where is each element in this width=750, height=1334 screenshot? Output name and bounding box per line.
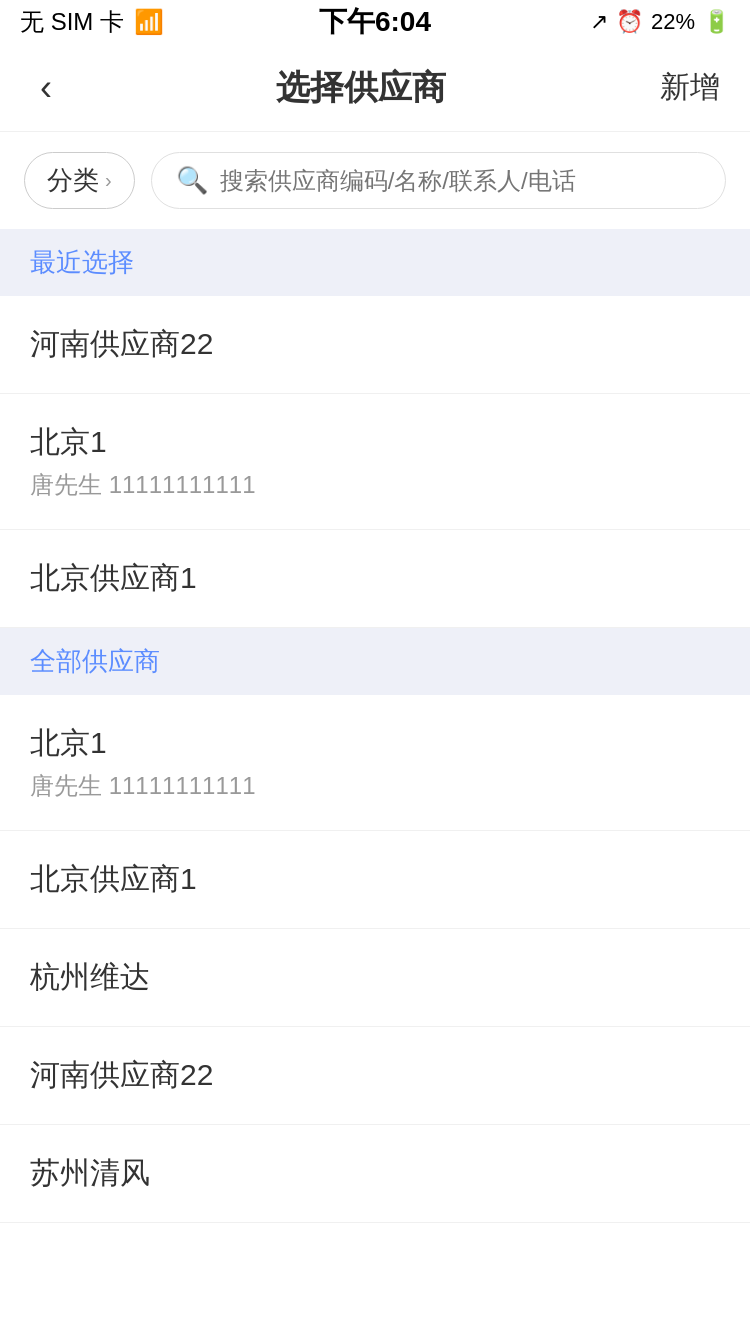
sim-status: 无 SIM 卡	[20, 6, 124, 38]
alarm-icon: ⏰	[616, 9, 643, 35]
battery-level: 22%	[651, 9, 695, 35]
item-sub: 唐先生 11111111111	[30, 770, 720, 802]
chevron-right-icon: ›	[105, 169, 112, 192]
list-item[interactable]: 杭州维达	[0, 929, 750, 1027]
list-item[interactable]: 北京1 唐先生 11111111111	[0, 394, 750, 530]
search-box[interactable]: 🔍	[151, 152, 726, 209]
section-header-recent: 最近选择	[0, 229, 750, 296]
search-input[interactable]	[220, 167, 701, 195]
section-header-label: 全部供应商	[30, 646, 160, 676]
item-name: 北京供应商1	[30, 859, 720, 900]
status-bar: 无 SIM 卡 📶 下午6:04 ↗ ⏰ 22% 🔋	[0, 0, 750, 44]
category-button[interactable]: 分类 ›	[24, 152, 135, 209]
list-item[interactable]: 河南供应商22	[0, 296, 750, 394]
list-item[interactable]: 河南供应商22	[0, 1027, 750, 1125]
status-left: 无 SIM 卡 📶	[20, 6, 164, 38]
battery-icon: 🔋	[703, 9, 730, 35]
item-name: 北京1	[30, 723, 720, 764]
item-name: 北京1	[30, 422, 720, 463]
item-name: 河南供应商22	[30, 324, 720, 365]
item-name: 河南供应商22	[30, 1055, 720, 1096]
list-item[interactable]: 北京供应商1	[0, 530, 750, 628]
back-button[interactable]: ‹	[30, 57, 62, 119]
item-sub: 唐先生 11111111111	[30, 469, 720, 501]
status-right: ↗ ⏰ 22% 🔋	[590, 9, 730, 35]
wifi-icon: 📶	[134, 8, 164, 36]
search-icon: 🔍	[176, 165, 208, 196]
item-name: 北京供应商1	[30, 558, 720, 599]
list-item[interactable]: 苏州清风	[0, 1125, 750, 1223]
section-header-label: 最近选择	[30, 247, 134, 277]
list-item[interactable]: 北京1 唐先生 11111111111	[0, 695, 750, 831]
item-name: 苏州清风	[30, 1153, 720, 1194]
filter-bar: 分类 › 🔍	[0, 132, 750, 229]
status-time: 下午6:04	[319, 3, 431, 41]
section-header-all: 全部供应商	[0, 628, 750, 695]
add-button[interactable]: 新增	[660, 67, 720, 108]
nav-bar: ‹ 选择供应商 新增	[0, 44, 750, 132]
list-item[interactable]: 北京供应商1	[0, 831, 750, 929]
page-title: 选择供应商	[276, 65, 446, 111]
item-name: 杭州维达	[30, 957, 720, 998]
location-icon: ↗	[590, 9, 608, 35]
category-label: 分类	[47, 163, 99, 198]
supplier-list: 最近选择河南供应商22 北京1 唐先生 11111111111 北京供应商1 全部供应商…	[0, 229, 750, 1223]
